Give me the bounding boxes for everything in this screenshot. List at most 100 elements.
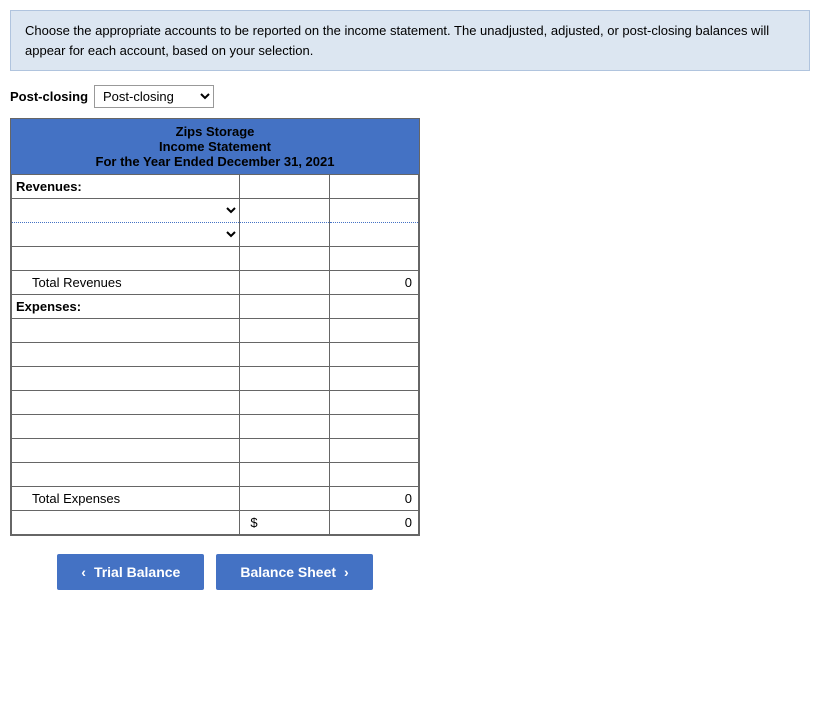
- expense-amount2-7[interactable]: [329, 463, 418, 487]
- expense-amount2-4[interactable]: [329, 391, 418, 415]
- expense-amount-input1-7[interactable]: [240, 463, 328, 486]
- expense-row-3[interactable]: [12, 367, 419, 391]
- revenue-account-select-2[interactable]: [12, 223, 240, 247]
- total-expenses-col1: [240, 487, 329, 511]
- revenue-amount-input1-2[interactable]: [240, 223, 328, 246]
- revenue-row-1[interactable]: [12, 199, 419, 223]
- total-revenues-row: Total Revenues 0: [12, 271, 419, 295]
- expense-amount-input2-3[interactable]: [330, 367, 418, 390]
- expense-row-2[interactable]: [12, 343, 419, 367]
- total-revenues-value: 0: [329, 271, 418, 295]
- expense-row-6[interactable]: [12, 439, 419, 463]
- expense-input-7[interactable]: [12, 463, 239, 486]
- expense-row-7[interactable]: [12, 463, 419, 487]
- expense-account-6[interactable]: [12, 439, 240, 463]
- trial-balance-label: Trial Balance: [94, 564, 180, 580]
- revenue-amount2-2[interactable]: [329, 223, 418, 247]
- prev-icon: ‹: [81, 564, 86, 580]
- balance-type-select[interactable]: Unadjusted Adjusted Post-closing: [94, 85, 214, 108]
- expense-amount-input1-4[interactable]: [240, 391, 328, 414]
- expense-account-7[interactable]: [12, 463, 240, 487]
- revenue-amount2-1[interactable]: [329, 199, 418, 223]
- net-income-value: 0: [329, 511, 418, 535]
- statement-period: For the Year Ended December 31, 2021: [15, 154, 415, 169]
- company-name: Zips Storage: [15, 124, 415, 139]
- revenue-amount-input1-1[interactable]: [240, 199, 328, 222]
- expense-amount-input1-5[interactable]: [240, 415, 328, 438]
- expense-amount-input1-3[interactable]: [240, 367, 328, 390]
- filter-row: Post-closing Unadjusted Adjusted Post-cl…: [10, 85, 810, 108]
- expense-input-3[interactable]: [12, 367, 239, 390]
- expense-row-5[interactable]: [12, 415, 419, 439]
- expense-account-3[interactable]: [12, 367, 240, 391]
- revenue-account-dropdown-2[interactable]: [12, 223, 239, 246]
- total-expenses-label: Total Expenses: [12, 487, 240, 511]
- expense-amount1-5[interactable]: [240, 415, 329, 439]
- statement-table: Revenues:: [11, 174, 419, 535]
- trial-balance-button[interactable]: ‹ Trial Balance: [57, 554, 204, 590]
- expense-amount1-4[interactable]: [240, 391, 329, 415]
- net-income-label-input[interactable]: [12, 511, 239, 534]
- expense-amount1-3[interactable]: [240, 367, 329, 391]
- expense-amount2-2[interactable]: [329, 343, 418, 367]
- expense-amount-input2-5[interactable]: [330, 415, 418, 438]
- revenue-account-dropdown-1[interactable]: [12, 199, 239, 222]
- expense-amount-input2-6[interactable]: [330, 439, 418, 462]
- net-income-dollar-cell: $: [240, 511, 329, 535]
- statement-title: Income Statement: [15, 139, 415, 154]
- expense-amount2-3[interactable]: [329, 367, 418, 391]
- expenses-section-row: Expenses:: [12, 295, 419, 319]
- expenses-label: Expenses:: [12, 295, 240, 319]
- balance-sheet-button[interactable]: Balance Sheet ›: [216, 554, 372, 590]
- expense-amount1-7[interactable]: [240, 463, 329, 487]
- revenue-amount-input2-1[interactable]: [330, 199, 418, 222]
- revenue-amount1-1[interactable]: [240, 199, 329, 223]
- revenue-row-2[interactable]: [12, 223, 419, 247]
- expense-amount-input2-1[interactable]: [330, 319, 418, 342]
- expense-amount2-6[interactable]: [329, 439, 418, 463]
- nav-buttons: ‹ Trial Balance Balance Sheet ›: [10, 554, 420, 590]
- expense-amount1-2[interactable]: [240, 343, 329, 367]
- expense-amount-input1-6[interactable]: [240, 439, 328, 462]
- instruction-text: Choose the appropriate accounts to be re…: [25, 23, 769, 58]
- expense-amount2-1[interactable]: [329, 319, 418, 343]
- revenue-account-select-1[interactable]: [12, 199, 240, 223]
- instruction-box: Choose the appropriate accounts to be re…: [10, 10, 810, 71]
- total-expenses-row: Total Expenses 0: [12, 487, 419, 511]
- revenue-amount-input2-2[interactable]: [330, 223, 418, 246]
- revenues-col1: [240, 175, 329, 199]
- expense-amount-input2-4[interactable]: [330, 391, 418, 414]
- dollar-sign: $: [250, 515, 257, 530]
- total-revenues-label: Total Revenues: [12, 271, 240, 295]
- expense-account-2[interactable]: [12, 343, 240, 367]
- revenue-spacer-row: [12, 247, 419, 271]
- dropdown-label: Post-closing: [10, 89, 88, 104]
- net-income-label-cell[interactable]: [12, 511, 240, 535]
- expense-input-1[interactable]: [12, 319, 239, 342]
- next-icon: ›: [344, 564, 349, 580]
- expense-row-4[interactable]: [12, 391, 419, 415]
- expense-amount-input2-7[interactable]: [330, 463, 418, 486]
- income-statement: Zips Storage Income Statement For the Ye…: [10, 118, 420, 536]
- expense-amount2-5[interactable]: [329, 415, 418, 439]
- revenues-label: Revenues:: [12, 175, 240, 199]
- net-income-row: $ 0: [12, 511, 419, 535]
- revenue-amount1-2[interactable]: [240, 223, 329, 247]
- expense-row-1[interactable]: [12, 319, 419, 343]
- expense-input-2[interactable]: [12, 343, 239, 366]
- expense-input-6[interactable]: [12, 439, 239, 462]
- expense-amount-input1-2[interactable]: [240, 343, 328, 366]
- expense-input-4[interactable]: [12, 391, 239, 414]
- revenues-col2: [329, 175, 418, 199]
- total-revenues-col1: [240, 271, 329, 295]
- expense-amount-input1-1[interactable]: [240, 319, 328, 342]
- expense-account-5[interactable]: [12, 415, 240, 439]
- expense-amount-input2-2[interactable]: [330, 343, 418, 366]
- expense-account-1[interactable]: [12, 319, 240, 343]
- expense-amount1-1[interactable]: [240, 319, 329, 343]
- balance-sheet-label: Balance Sheet: [240, 564, 336, 580]
- statement-header: Zips Storage Income Statement For the Ye…: [11, 119, 419, 174]
- expense-account-4[interactable]: [12, 391, 240, 415]
- expense-amount1-6[interactable]: [240, 439, 329, 463]
- expense-input-5[interactable]: [12, 415, 239, 438]
